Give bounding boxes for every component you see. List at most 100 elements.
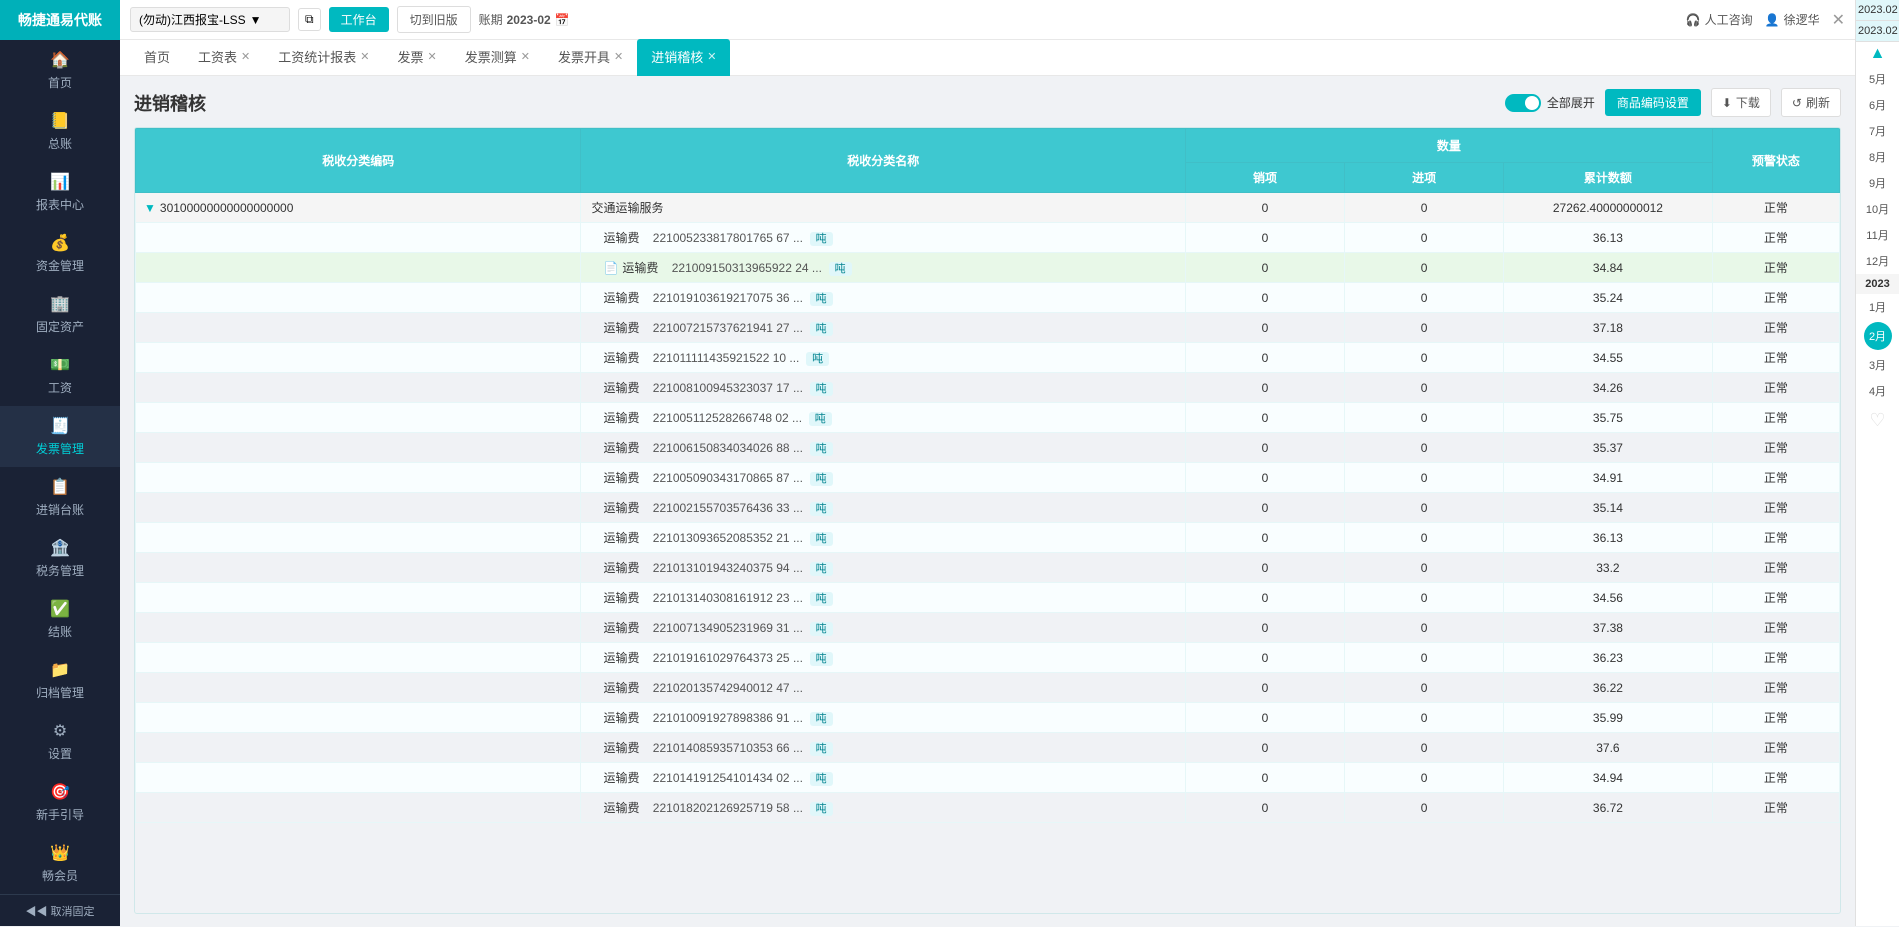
- table-row[interactable]: 运输费 221006150834034026 88 ... 吨 0 0 35.3…: [136, 433, 1840, 463]
- table-row[interactable]: 运输费 221019161029764373 25 ... 吨 0 0 36.2…: [136, 643, 1840, 673]
- table-row[interactable]: 运输费 221020135742940012 47 ... 0 0 36.22 …: [136, 673, 1840, 703]
- table-row[interactable]: 运输费 221007215737621941 27 ... 吨 0 0 37.1…: [136, 313, 1840, 343]
- cal-month-1[interactable]: 1月: [1856, 294, 1899, 320]
- cell-total: 36.23: [1504, 643, 1713, 673]
- table-row[interactable]: 运输费 221011111435921522 10 ... 吨 0 0 34.5…: [136, 343, 1840, 373]
- sidebar-unpin[interactable]: ◀◀ 取消固定: [0, 894, 120, 927]
- download-button[interactable]: ⬇ 下载: [1711, 88, 1771, 117]
- cal-month-4[interactable]: 4月: [1856, 378, 1899, 404]
- cell-invoice: 221019161029764373 25 ...: [653, 651, 803, 665]
- workbench-button[interactable]: 工作台: [329, 7, 389, 32]
- sidebar-item-archive[interactable]: 📁 归档管理: [0, 650, 120, 711]
- table-row[interactable]: 运输费 221002155703576436 33 ... 吨 0 0 35.1…: [136, 493, 1840, 523]
- refresh-button[interactable]: ↺ 刷新: [1781, 88, 1841, 117]
- cell-name: 运输费 221007134905231969 31 ... 吨: [581, 613, 1186, 643]
- cal-month-11[interactable]: 11月: [1856, 222, 1899, 248]
- unit-tag: 吨: [809, 412, 832, 426]
- cal-month-7[interactable]: 7月: [1856, 118, 1899, 144]
- user-avatar[interactable]: 👤 徐逻华: [1765, 11, 1820, 28]
- cal-month-current[interactable]: 2月: [1864, 322, 1892, 350]
- tab-home[interactable]: 首页: [130, 39, 184, 76]
- cal-month-6[interactable]: 6月: [1856, 92, 1899, 118]
- sidebar-item-guide[interactable]: 🎯 新手引导: [0, 772, 120, 833]
- company-selector[interactable]: (勿动)江西报宝-LSS ▼: [130, 7, 290, 32]
- expand-all-toggle[interactable]: 全部展开: [1505, 94, 1595, 112]
- tab-invoice-issue[interactable]: 发票开具 ✕: [544, 39, 637, 76]
- tab-invoice-calc[interactable]: 发票测算 ✕: [451, 39, 544, 76]
- table-row[interactable]: 运输费 221019103619217075 36 ... 吨 0 0 35.2…: [136, 283, 1840, 313]
- table-row[interactable]: 运输费 221005233817801765 67 ... 吨 0 0 36.1…: [136, 223, 1840, 253]
- tab-close-icon[interactable]: ✕: [707, 50, 716, 63]
- product-code-button[interactable]: 商品编码设置: [1605, 89, 1701, 116]
- cal-month-10[interactable]: 10月: [1856, 196, 1899, 222]
- calendar-icon[interactable]: 📅: [555, 13, 570, 27]
- th-quantity: 数量: [1185, 129, 1712, 163]
- tab-invoice[interactable]: 发票 ✕: [383, 39, 450, 76]
- sidebar-item-invoice[interactable]: 🧾 发票管理: [0, 406, 120, 467]
- cal-favorite-icon[interactable]: ♡: [1856, 404, 1899, 437]
- sidebar-item-sales-ledger[interactable]: 📋 进销台账: [0, 467, 120, 528]
- sidebar-item-assets[interactable]: 🏢 固定资产: [0, 284, 120, 345]
- cal-month-8[interactable]: 8月: [1856, 144, 1899, 170]
- cell-name: 运输费 221005090343170865 87 ... 吨: [581, 463, 1186, 493]
- sidebar-item-member[interactable]: 👑 畅会员: [0, 833, 120, 894]
- cell-total: 36.13: [1504, 223, 1713, 253]
- tab-close-icon[interactable]: ✕: [521, 50, 530, 63]
- cal-month-3[interactable]: 3月: [1856, 352, 1899, 378]
- finance-icon: 💰: [50, 233, 70, 253]
- cal-nav-up[interactable]: ▲: [1856, 42, 1899, 66]
- assets-icon: 🏢: [50, 294, 70, 314]
- copy-icon[interactable]: ⧉: [298, 8, 321, 31]
- tab-close-icon[interactable]: ✕: [614, 50, 623, 63]
- toggle-switch[interactable]: [1505, 94, 1541, 112]
- sidebar-item-ledger[interactable]: 📒 总账: [0, 101, 120, 162]
- tab-close-icon[interactable]: ✕: [428, 50, 437, 63]
- sidebar-item-label: 结账: [48, 623, 72, 640]
- sidebar-item-label: 总账: [48, 135, 72, 152]
- tab-salary-report[interactable]: 工资统计报表 ✕: [264, 39, 383, 76]
- cell-invoice: 221013101943240375 94 ...: [653, 561, 803, 575]
- cal-month-5[interactable]: 5月: [1856, 66, 1899, 92]
- table-row[interactable]: 运输费 221013140308161912 23 ... 吨 0 0 34.5…: [136, 583, 1840, 613]
- table-row[interactable]: ▼30100000000000000000 交通运输服务 0 0 27262.4…: [136, 193, 1840, 223]
- th-jin: 进项: [1345, 163, 1504, 193]
- unit-tag: 吨: [810, 802, 833, 816]
- switch-version-button[interactable]: 切到旧版: [397, 6, 471, 33]
- sidebar-item-settings[interactable]: ⚙ 设置: [0, 711, 120, 772]
- table-row[interactable]: 运输费 221014191254101434 02 ... 吨 0 0 34.9…: [136, 763, 1840, 793]
- tab-close-icon[interactable]: ✕: [241, 50, 250, 63]
- table-row[interactable]: 运输费 221013093652085352 21 ... 吨 0 0 36.1…: [136, 523, 1840, 553]
- table-row[interactable]: 运输费 221010091927898386 91 ... 吨 0 0 35.9…: [136, 703, 1840, 733]
- sidebar-item-close-accounts[interactable]: ✅ 结账: [0, 589, 120, 650]
- support-label[interactable]: 🎧 人工咨询: [1686, 11, 1753, 28]
- period-value: 2023-02: [507, 13, 551, 27]
- sidebar-item-salary[interactable]: 💵 工资: [0, 345, 120, 406]
- sidebar-item-reports[interactable]: 📊 报表中心: [0, 162, 120, 223]
- sidebar-item-home[interactable]: 🏠 首页: [0, 40, 120, 101]
- sidebar-item-tax[interactable]: 🏦 税务管理: [0, 528, 120, 589]
- table-row[interactable]: 运输费 221005112528266748 02 ... 吨 0 0 35.7…: [136, 403, 1840, 433]
- cell-status: 正常: [1712, 193, 1839, 223]
- cell-jin: 0: [1345, 283, 1504, 313]
- sidebar-item-finance[interactable]: 💰 资金管理: [0, 223, 120, 284]
- table-row[interactable]: 运输费 221008100945323037 17 ... 吨 0 0 34.2…: [136, 373, 1840, 403]
- table-row[interactable]: 运输费 221014085935710353 66 ... 吨 0 0 37.6…: [136, 733, 1840, 763]
- tab-salary[interactable]: 工资表 ✕: [184, 39, 264, 76]
- cal-month-12[interactable]: 12月: [1856, 248, 1899, 274]
- sidebar: 畅捷通易代账 🏠 首页 📒 总账 📊 报表中心 💰 资金管理 🏢 固定资产 💵 …: [0, 0, 120, 926]
- cell-invoice: 221014085935710353 66 ...: [653, 741, 803, 755]
- sidebar-item-label: 归档管理: [36, 684, 84, 701]
- cell-jin: 0: [1345, 733, 1504, 763]
- table-row[interactable]: 运输费 221018202126925719 58 ... 吨 0 0 36.7…: [136, 793, 1840, 823]
- table-row[interactable]: 运输费 221005090343170865 87 ... 吨 0 0 34.9…: [136, 463, 1840, 493]
- cell-invoice: 221013140308161912 23 ...: [653, 591, 803, 605]
- table-row[interactable]: 运输费 221013101943240375 94 ... 吨 0 0 33.2…: [136, 553, 1840, 583]
- cell-code: ▼30100000000000000000: [136, 193, 581, 223]
- tab-close-icon[interactable]: ✕: [360, 50, 369, 63]
- cell-code: [136, 733, 581, 763]
- close-button[interactable]: ✕: [1832, 10, 1845, 30]
- table-row[interactable]: 运输费 221007134905231969 31 ... 吨 0 0 37.3…: [136, 613, 1840, 643]
- tab-reconciliation[interactable]: 进销稽核 ✕: [637, 39, 730, 76]
- cal-month-9[interactable]: 9月: [1856, 170, 1899, 196]
- table-row[interactable]: 📄运输费 221009150313965922 24 ... 吨 0 0 34.…: [136, 253, 1840, 283]
